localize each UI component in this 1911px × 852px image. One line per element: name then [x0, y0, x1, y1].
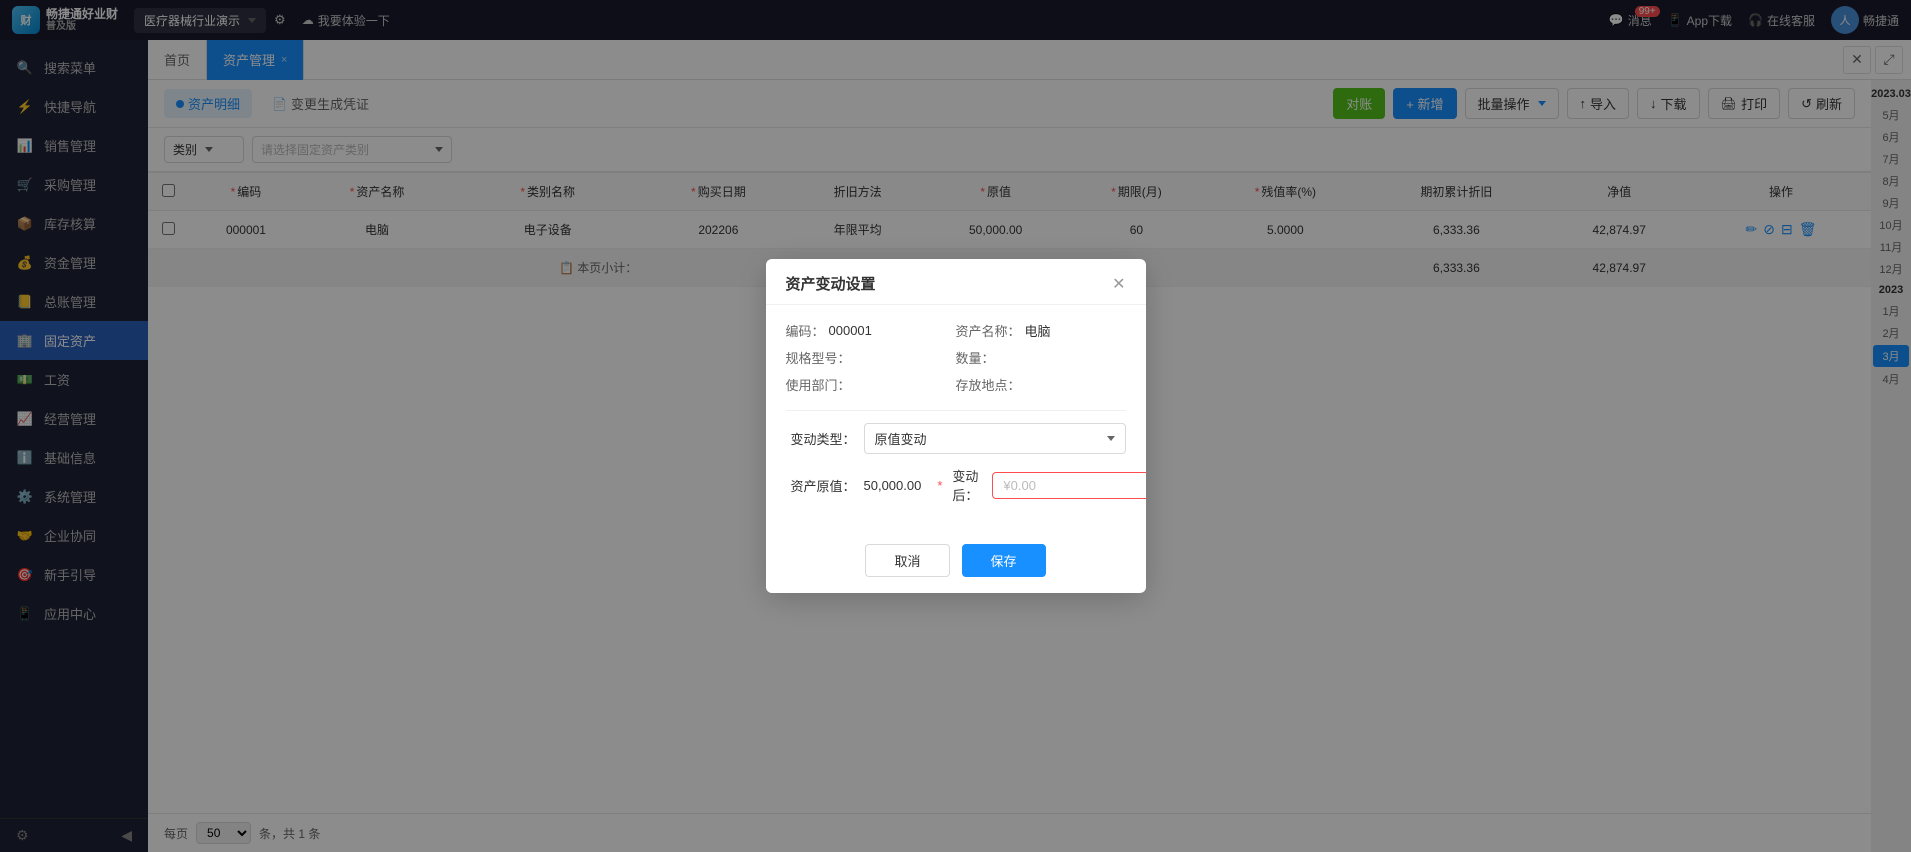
modal-close-btn[interactable]: ✕: [1112, 274, 1125, 294]
required-star: *: [937, 478, 942, 493]
modal-dept: 使用部门：: [786, 375, 956, 394]
modal-footer: 取消 保存: [766, 532, 1146, 593]
modal-original-value-row: 资产原值： 50,000.00 * 变动后：: [786, 466, 1126, 504]
modal-quantity: 数量：: [956, 348, 1126, 367]
modal-asset-name: 资产名称： 电脑: [956, 321, 1126, 340]
modal-change-type-row: 变动类型： 原值变动: [786, 423, 1126, 454]
original-value-label: 资产原值：: [786, 476, 856, 495]
modal-cancel-btn[interactable]: 取消: [865, 544, 949, 577]
modal-body: 编码： 000001 资产名称： 电脑 规格型号： 数量： 使用部门：: [766, 305, 1146, 532]
asset-change-modal: 资产变动设置 ✕ 编码： 000001 资产名称： 电脑 规格型号： 数量：: [766, 259, 1146, 593]
modal-save-btn[interactable]: 保存: [962, 544, 1046, 577]
original-value-display: 50,000.00: [864, 478, 922, 493]
modal-storage: 存放地点：: [956, 375, 1126, 394]
modal-overlay: 资产变动设置 ✕ 编码： 000001 资产名称： 电脑 规格型号： 数量：: [0, 0, 1911, 852]
modal-code: 编码： 000001: [786, 321, 956, 340]
modal-spec: 规格型号：: [786, 348, 956, 367]
modal-header: 资产变动设置 ✕: [766, 259, 1146, 305]
modal-divider: [786, 410, 1126, 411]
change-type-chevron: [1107, 436, 1115, 441]
change-type-label: 变动类型：: [786, 429, 856, 448]
after-change-label: 变动后：: [952, 466, 978, 504]
change-type-selector[interactable]: 原值变动: [864, 423, 1126, 454]
after-change-input[interactable]: [992, 472, 1145, 499]
modal-title: 资产变动设置: [786, 273, 876, 294]
